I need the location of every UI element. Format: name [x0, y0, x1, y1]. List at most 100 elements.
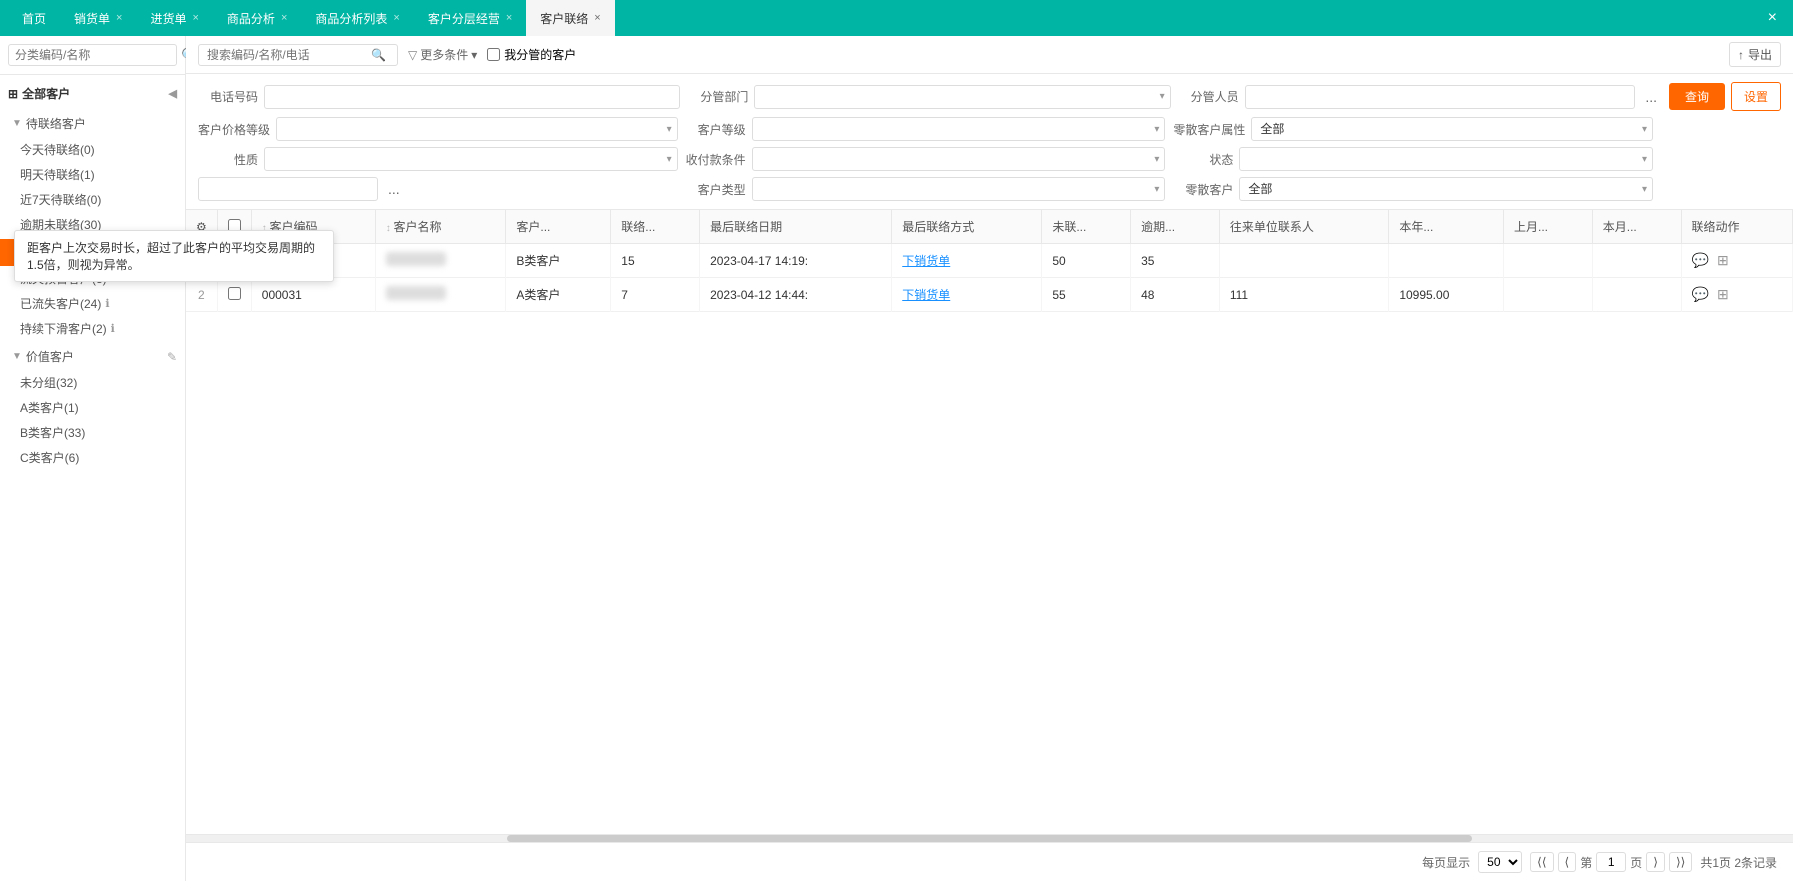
row2-checkbox-cell[interactable] [217, 278, 251, 312]
customer-type-select[interactable] [752, 177, 1166, 201]
filter-search-input[interactable] [207, 48, 367, 62]
price-level-label: 客户价格等级 [198, 121, 270, 138]
page-number-input[interactable] [1596, 852, 1626, 872]
row1-type: B类客户 [506, 244, 611, 278]
export-label: 导出 [1748, 46, 1772, 63]
col-uncontacted[interactable]: 未联... [1042, 210, 1131, 244]
row2-checkbox[interactable] [228, 287, 241, 300]
phone-input[interactable] [264, 85, 680, 109]
col-last-month[interactable]: 上月... [1503, 210, 1592, 244]
row2-last-way[interactable]: 下销货单 [892, 278, 1042, 312]
pending-title-label: 待联络客户 [26, 115, 86, 132]
churned-info-icon: ℹ [105, 297, 109, 310]
7days-label: 近7天待联络(0) [20, 193, 101, 207]
nav-customer-ops-close[interactable]: × [506, 12, 512, 24]
extra-filter-input[interactable] [198, 177, 378, 201]
row1-last-date: 2023-04-17 14:19: [700, 244, 892, 278]
nav-purchase-close[interactable]: × [192, 12, 198, 24]
settings-button[interactable]: 设置 [1731, 82, 1781, 111]
nav-product-close[interactable]: × [281, 12, 287, 24]
horizontal-scrollbar[interactable] [186, 834, 1793, 842]
first-page-btn[interactable]: ⟨⟨ [1530, 852, 1553, 872]
last-page-btn[interactable]: ⟩⟩ [1669, 852, 1692, 872]
more-conditions-btn[interactable]: ▽ 更多条件 ▾ [408, 46, 477, 63]
col-unit-contacts[interactable]: 往来单位联系人 [1219, 210, 1388, 244]
col-last-contact-way[interactable]: 最后联络方式 [892, 210, 1042, 244]
sidebar-item-class-a[interactable]: A类客户(1) [0, 395, 185, 420]
pending-group-title[interactable]: ▼ 待联络客户 [0, 110, 185, 137]
row2-this-year: 10995.00 [1389, 278, 1504, 312]
nav-product-list-close[interactable]: × [393, 12, 399, 24]
query-button[interactable]: 查询 [1669, 83, 1725, 110]
row2-name[interactable] [375, 278, 506, 312]
sidebar-item-tomorrow[interactable]: 明天待联络(1) [0, 162, 185, 187]
sidebar-search-input[interactable] [8, 44, 177, 66]
scrollbar-thumb[interactable] [507, 835, 1471, 842]
row2-chat-icon[interactable]: 💬 [1692, 286, 1709, 303]
sidebar-item-class-b[interactable]: B类客户(33) [0, 420, 185, 445]
nav-home[interactable]: 首页 [8, 0, 60, 36]
nav-sales-close[interactable]: × [116, 12, 122, 24]
declining-label: 持续下滑客户(2) [20, 320, 107, 337]
row1-grid-icon[interactable]: ⊞ [1717, 252, 1729, 269]
status-select[interactable] [1239, 147, 1653, 171]
col-customer-name[interactable]: 客户名称 [375, 210, 506, 244]
declining-info-icon: ℹ [111, 322, 115, 335]
prev-page-btn[interactable]: ⟨ [1558, 852, 1577, 872]
filter-row-1: 电话号码 分管部门 ▾ 分管人员 ... 查询 设置 [198, 82, 1781, 111]
retail-attr-select[interactable]: 全部 [1251, 117, 1653, 141]
value-edit-icon[interactable]: ✎ [167, 350, 177, 364]
my-customers-checkbox[interactable] [487, 48, 500, 61]
sidebar-item-class-c[interactable]: C类客户(6) [0, 445, 185, 470]
col-this-month[interactable]: 本月... [1592, 210, 1681, 244]
col-customer-type[interactable]: 客户... [506, 210, 611, 244]
row1-last-way-link[interactable]: 下销货单 [902, 254, 950, 268]
per-page-select[interactable]: 50 [1478, 851, 1522, 873]
col-overdue-label: 逾期... [1141, 220, 1175, 234]
row1-name[interactable] [375, 244, 506, 278]
nav-customer-ops[interactable]: 客户分层经营 × [414, 0, 526, 36]
retail-customer-select[interactable]: 全部 [1239, 177, 1653, 201]
row2-grid-icon[interactable]: ⊞ [1717, 286, 1729, 303]
col-overdue[interactable]: 逾期... [1131, 210, 1220, 244]
sidebar-item-today[interactable]: 今天待联络(0) [0, 137, 185, 162]
value-group-title[interactable]: ▼ 价值客户 ✎ [0, 343, 185, 370]
col-this-year[interactable]: 本年... [1389, 210, 1504, 244]
row1-name-value [386, 252, 446, 266]
sidebar-item-declining[interactable]: 持续下滑客户(2) ℹ [0, 316, 185, 341]
dept-label: 分管部门 [688, 88, 748, 105]
price-level-select[interactable] [276, 117, 678, 141]
sidebar-item-churned[interactable]: 已流失客户(24) ℹ [0, 291, 185, 316]
sidebar-item-unclassified[interactable]: 未分组(32) [0, 370, 185, 395]
my-customers-checkbox-label[interactable]: 我分管的客户 [487, 46, 576, 63]
window-close-button[interactable]: × [1760, 9, 1785, 27]
person-ellipsis[interactable]: ... [1641, 89, 1661, 105]
col-action[interactable]: 联络动作 [1681, 210, 1792, 244]
collapse-icon[interactable]: ◀ [169, 87, 177, 100]
col-last-contact-date[interactable]: 最后联络日期 [700, 210, 892, 244]
next-page-btn[interactable]: ⟩ [1646, 852, 1665, 872]
payment-select[interactable] [752, 147, 1166, 171]
dept-select[interactable] [754, 85, 1170, 109]
sidebar-item-7days[interactable]: 近7天待联络(0) [0, 187, 185, 212]
extra-ellipsis[interactable]: ... [384, 181, 404, 197]
person-label: 分管人员 [1179, 88, 1239, 105]
nav-contact-close[interactable]: × [594, 12, 600, 24]
nav-product-analysis[interactable]: 商品分析 × [213, 0, 301, 36]
customer-level-select[interactable] [752, 117, 1166, 141]
row2-last-way-link[interactable]: 下销货单 [902, 288, 950, 302]
export-button[interactable]: ↑ 导出 [1729, 42, 1781, 67]
person-input[interactable] [1245, 85, 1636, 109]
row1-last-way[interactable]: 下销货单 [892, 244, 1042, 278]
row2-actions: 💬 ⊞ [1681, 278, 1792, 312]
nav-product-list[interactable]: 商品分析列表 × [301, 0, 413, 36]
class-b-label: B类客户(33) [20, 426, 85, 440]
nav-sales-order[interactable]: 销货单 × [60, 0, 136, 36]
nav-customer-contact[interactable]: 客户联络 × [526, 0, 614, 36]
row1-chat-icon[interactable]: 💬 [1692, 252, 1709, 269]
sidebar-all-customers[interactable]: ⊞ 全部客户 ◀ [0, 79, 185, 108]
nav-purchase-order[interactable]: 进货单 × [136, 0, 212, 36]
filter-row-2: 客户价格等级 ▾ 客户等级 ▾ 零散客户属性 [198, 117, 1781, 141]
gender-select[interactable] [264, 147, 678, 171]
col-contact[interactable]: 联络... [611, 210, 700, 244]
